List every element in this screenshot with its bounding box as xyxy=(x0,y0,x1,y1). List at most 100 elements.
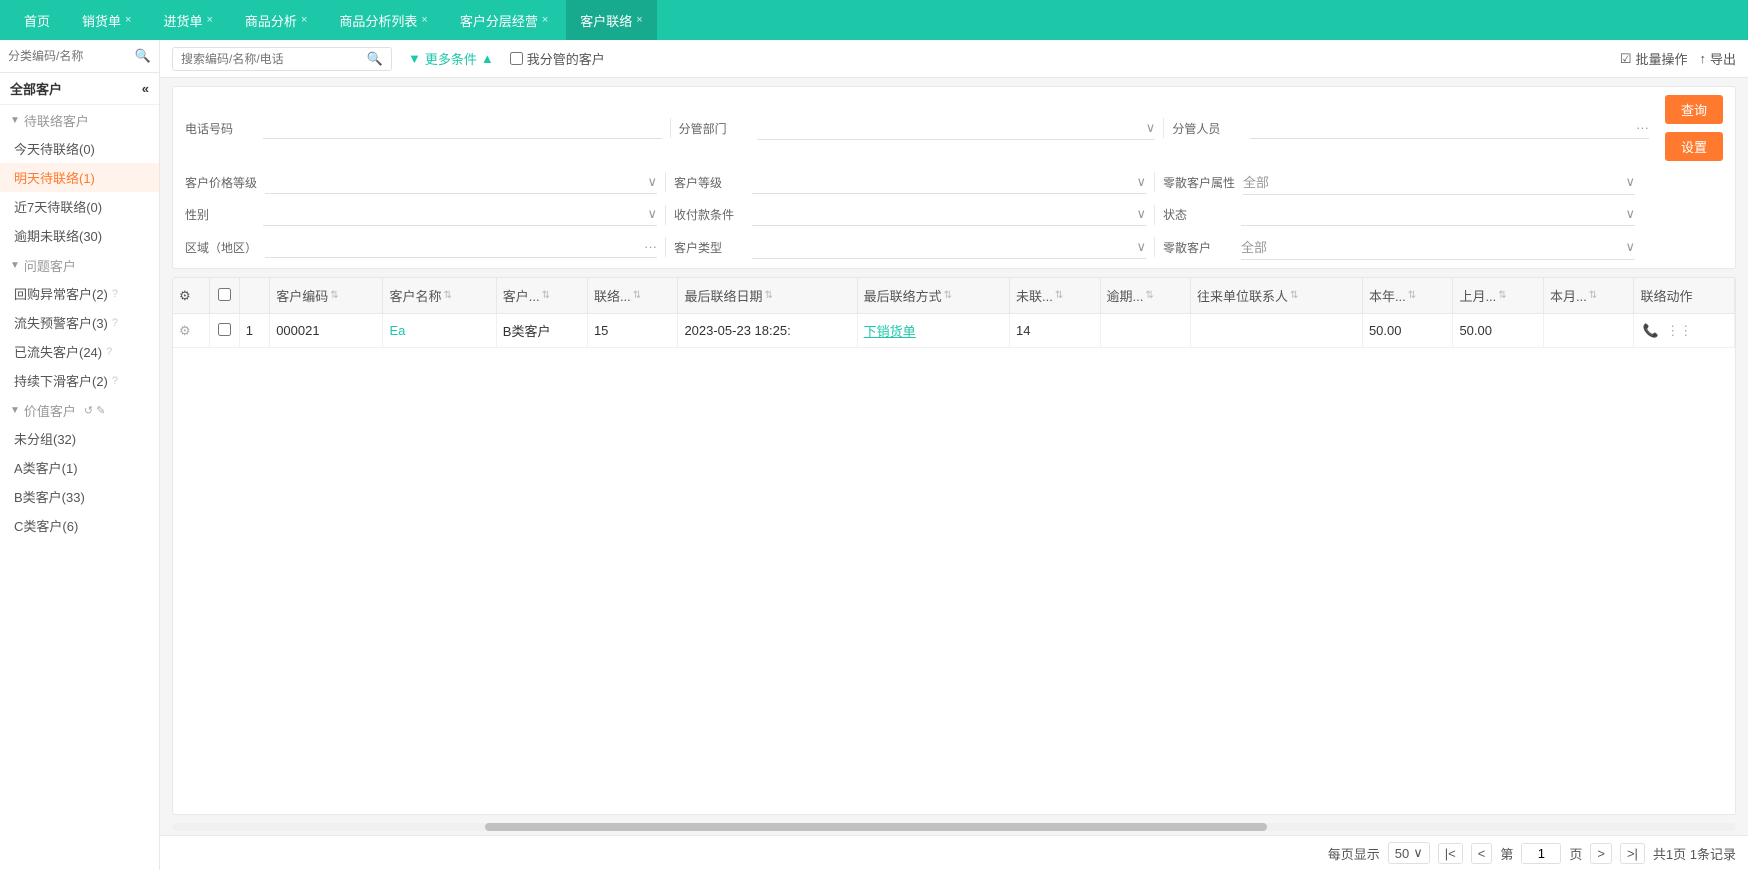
cell-checkbox[interactable] xyxy=(209,314,239,348)
filter-price-level-select[interactable]: ∨ xyxy=(265,171,657,194)
nav-product-analysis[interactable]: 商品分析 × xyxy=(231,0,321,40)
col-overdue[interactable]: 逾期...⇅ xyxy=(1100,278,1191,314)
nav-close-customer-contact[interactable]: × xyxy=(636,14,642,26)
filter-status-select[interactable]: ∨ xyxy=(1241,203,1635,226)
filter-retail-attr-select[interactable]: 全部 ∨ xyxy=(1243,169,1635,195)
row-checkbox[interactable] xyxy=(218,323,231,336)
toolbar-search-icon[interactable]: 🔍 xyxy=(367,51,383,67)
sidebar-item-overdue[interactable]: 逾期未联络(30) xyxy=(0,221,159,250)
col-this-year[interactable]: 本年...⇅ xyxy=(1362,278,1453,314)
scrollbar-thumb[interactable] xyxy=(485,823,1267,831)
col-type[interactable]: 客户...⇅ xyxy=(496,278,587,314)
filter-dept-select[interactable]: ∨ xyxy=(757,117,1156,140)
nav-home[interactable]: 首页 xyxy=(10,0,64,40)
filter-customer-level-select[interactable]: ∨ xyxy=(752,171,1146,194)
query-button[interactable]: 查询 xyxy=(1665,95,1723,124)
nav-product-analysis-list[interactable]: 商品分析列表 × xyxy=(325,0,441,40)
nav-close-product-analysis[interactable]: × xyxy=(301,14,307,26)
sidebar-item-churn-warning[interactable]: 流失预警客户(3) ? xyxy=(0,308,159,337)
col-code[interactable]: 客户编码⇅ xyxy=(270,278,383,314)
sidebar-item-today[interactable]: 今天待联络(0) xyxy=(0,134,159,163)
nav-close-sales-order[interactable]: × xyxy=(125,14,131,26)
nav-close-customer-segment[interactable]: × xyxy=(542,14,548,26)
page-number-input[interactable] xyxy=(1521,843,1561,864)
filter-retail: 零散客户 全部 ∨ xyxy=(1163,234,1635,260)
search-input[interactable] xyxy=(181,52,361,66)
filter-retail-attr: 零散客户属性 全部 ∨ xyxy=(1163,169,1635,195)
export-button[interactable]: ↑ 导出 xyxy=(1699,49,1736,68)
col-name[interactable]: 客户名称⇅ xyxy=(383,278,496,314)
nav-customer-contact[interactable]: 客户联络 × xyxy=(566,0,656,40)
sidebar-item-ungrouped[interactable]: 未分组(32) xyxy=(0,424,159,453)
cell-overdue xyxy=(1100,314,1191,348)
col-checkbox[interactable] xyxy=(209,278,239,314)
settings-button[interactable]: 设置 xyxy=(1665,132,1723,161)
cell-type: B类客户 xyxy=(496,314,587,348)
filter-payment-select[interactable]: ∨ xyxy=(752,203,1146,226)
filter-customer-type-select[interactable]: ∨ xyxy=(752,236,1146,259)
filter-manager: 分管人员 ··· xyxy=(1172,117,1649,139)
filter-retail-select[interactable]: 全部 ∨ xyxy=(1241,234,1635,260)
row-action-more-icon[interactable]: ⋮⋮ xyxy=(1666,323,1692,338)
my-customers-checkbox-label[interactable]: 我分管的客户 xyxy=(510,49,605,68)
row-action-phone-icon[interactable]: 📞 xyxy=(1642,323,1658,338)
top-nav: 首页 销货单 × 进货单 × 商品分析 × 商品分析列表 × 客户分层经营 × … xyxy=(0,0,1748,40)
search-box: 🔍 xyxy=(172,47,392,71)
sidebar-item-declining[interactable]: 持续下滑客户(2) ? xyxy=(0,366,159,395)
col-contact-person[interactable]: 往来单位联系人⇅ xyxy=(1191,278,1363,314)
nav-purchase-order[interactable]: 进货单 × xyxy=(149,0,226,40)
filter-region: 区域（地区） ··· xyxy=(185,236,657,258)
sidebar-item-week[interactable]: 近7天待联络(0) xyxy=(0,192,159,221)
sidebar-item-churned[interactable]: 已流失客户(24) ? xyxy=(0,337,159,366)
select-all-checkbox[interactable] xyxy=(218,288,231,301)
sidebar-group-value[interactable]: 价值客户 ↺ ✎ xyxy=(0,395,159,424)
sidebar-group-problem[interactable]: 问题客户 xyxy=(0,250,159,279)
horizontal-scrollbar[interactable] xyxy=(172,823,1736,831)
next-page-button[interactable]: > xyxy=(1590,843,1612,864)
nav-close-product-analysis-list[interactable]: × xyxy=(421,14,427,26)
nav-customer-segment[interactable]: 客户分层经营 × xyxy=(446,0,562,40)
filter-divider-6 xyxy=(1154,205,1155,225)
filter-manager-select[interactable]: ··· xyxy=(1250,117,1649,139)
filter-divider-1 xyxy=(670,118,671,138)
checkbox-icon: ☑ xyxy=(1620,51,1632,67)
filter-gender: 性别 ∨ xyxy=(185,203,657,226)
bulk-action-button[interactable]: ☑ 批量操作 xyxy=(1620,49,1688,68)
filter-customer-level: 客户等级 ∨ xyxy=(674,171,1146,194)
cell-last-contact-method[interactable]: 下销货单 xyxy=(857,314,1009,348)
filter-divider-7 xyxy=(665,237,666,257)
sidebar-item-class-c[interactable]: C类客户(6) xyxy=(0,511,159,540)
nav-close-purchase-order[interactable]: × xyxy=(206,14,212,26)
sidebar-search-container: 🔍 xyxy=(0,40,159,73)
filter-gender-select[interactable]: ∨ xyxy=(263,203,657,226)
col-this-month[interactable]: 本月...⇅ xyxy=(1543,278,1634,314)
col-last-contact-date[interactable]: 最后联络日期⇅ xyxy=(678,278,857,314)
sidebar-item-tomorrow[interactable]: 明天待联络(1) xyxy=(0,163,159,192)
row-gear-icon[interactable]: ⚙ xyxy=(179,323,191,338)
col-last-month[interactable]: 上月...⇅ xyxy=(1453,278,1544,314)
chevron-down-icon-8: ∨ xyxy=(1136,239,1146,255)
chevron-down-icon-7: ∨ xyxy=(1625,206,1635,222)
page-size-select[interactable]: 50 ∨ xyxy=(1388,842,1430,864)
sidebar-item-class-b[interactable]: B类客户(33) xyxy=(0,482,159,511)
sidebar-item-repurchase-abnormal[interactable]: 回购异常客户(2) ? xyxy=(0,279,159,308)
col-last-contact-method[interactable]: 最后联络方式⇅ xyxy=(857,278,1009,314)
first-page-button[interactable]: |< xyxy=(1438,843,1463,864)
last-page-button[interactable]: >| xyxy=(1620,843,1645,864)
col-uncontacted[interactable]: 未联...⇅ xyxy=(1010,278,1101,314)
my-customers-checkbox[interactable] xyxy=(510,52,523,65)
filter-region-select[interactable]: ··· xyxy=(265,236,657,258)
sidebar-all-customers[interactable]: 全部客户 « xyxy=(0,73,159,105)
cell-contact-person xyxy=(1191,314,1363,348)
sidebar-item-class-a[interactable]: A类客户(1) xyxy=(0,453,159,482)
sidebar-search-input[interactable] xyxy=(8,49,131,63)
col-contacts[interactable]: 联络...⇅ xyxy=(587,278,678,314)
cell-gear[interactable]: ⚙ xyxy=(173,314,209,348)
cell-name[interactable]: Ea xyxy=(383,314,496,348)
filter-phone-input[interactable] xyxy=(263,118,662,139)
sidebar-group-pending[interactable]: 待联络客户 xyxy=(0,105,159,134)
prev-page-button[interactable]: < xyxy=(1471,843,1493,864)
col-gear[interactable]: ⚙ xyxy=(173,278,209,314)
nav-sales-order[interactable]: 销货单 × xyxy=(68,0,145,40)
more-filters-button[interactable]: ▼ 更多条件 ▲ xyxy=(400,46,502,71)
